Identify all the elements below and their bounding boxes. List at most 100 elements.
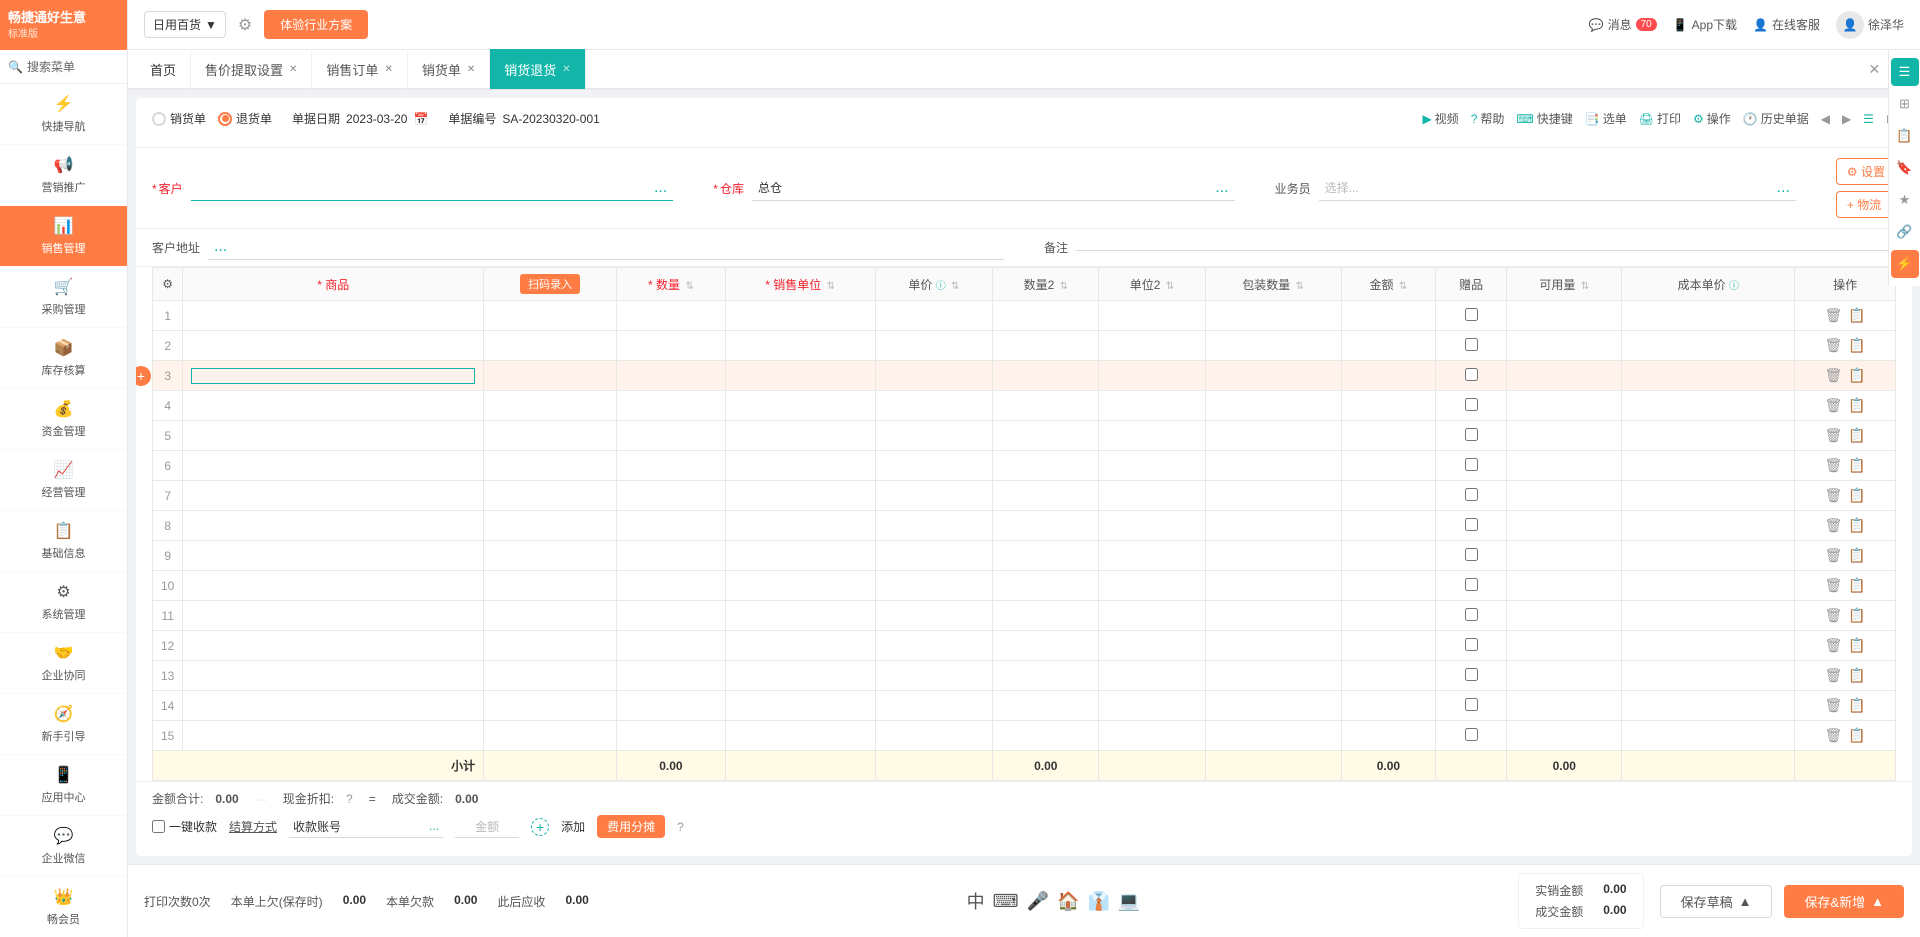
unit2-cell[interactable] <box>1099 691 1205 721</box>
add-row-btn[interactable]: + <box>136 366 151 386</box>
product-cell[interactable] <box>183 361 484 391</box>
remark-input[interactable] <box>1076 244 1896 251</box>
radio-sale[interactable]: 销货单 <box>152 110 206 127</box>
sidebar-item-sales[interactable]: 📊 销售管理 <box>0 206 127 267</box>
copy-row-btn[interactable]: 📋 <box>1848 457 1865 474</box>
gift-cell[interactable] <box>1436 601 1507 631</box>
delete-row-btn[interactable]: 🗑 <box>1825 727 1843 744</box>
salesperson-dots[interactable]: ... <box>1777 179 1790 197</box>
one-click-pay-check[interactable]: 一键收款 <box>152 818 217 835</box>
unit-price-cell[interactable] <box>875 481 993 511</box>
unit2-cell[interactable] <box>1099 361 1205 391</box>
delete-row-btn[interactable]: 🗑 <box>1825 457 1843 474</box>
sales-unit-cell[interactable] <box>725 571 875 601</box>
experience-btn[interactable]: 体验行业方案 <box>264 10 368 39</box>
sidebar-item-enterprise[interactable]: 🤝 企业协同 <box>0 633 127 694</box>
topbar-settings-icon[interactable]: ⚙ <box>238 15 252 35</box>
qty2-cell[interactable] <box>993 361 1099 391</box>
amount-cell[interactable] <box>1341 721 1436 751</box>
sales-unit-cell[interactable] <box>725 511 875 541</box>
pack-qty-cell[interactable] <box>1205 451 1341 481</box>
unit2-cell[interactable] <box>1099 331 1205 361</box>
product-cell[interactable] <box>183 391 484 421</box>
sales-unit-cell[interactable] <box>725 661 875 691</box>
tab-close-all-btn[interactable]: ✕ <box>1865 57 1885 82</box>
operate-btn[interactable]: ⚙ 操作 <box>1693 110 1731 127</box>
shortcut-btn[interactable]: ⌨ 快捷键 <box>1516 110 1572 127</box>
pack-qty-cell[interactable] <box>1205 571 1341 601</box>
unit2-cell[interactable] <box>1099 541 1205 571</box>
copy-row-btn[interactable]: 📋 <box>1848 487 1865 504</box>
save-new-btn[interactable]: 保存&新增 ▲ <box>1784 885 1904 918</box>
gift-cell[interactable] <box>1436 301 1507 331</box>
toolbar-icon-5[interactable]: 👔 <box>1087 891 1109 912</box>
amount-cell[interactable] <box>1341 691 1436 721</box>
tab-sales-order[interactable]: 销售订单 ✕ <box>312 49 407 89</box>
product-cell[interactable] <box>183 571 484 601</box>
product-cell[interactable] <box>183 481 484 511</box>
address-dots[interactable]: ... <box>214 238 227 256</box>
gift-checkbox[interactable] <box>1465 308 1478 321</box>
delete-row-btn[interactable]: 🗑 <box>1825 337 1843 354</box>
product-cell[interactable] <box>183 721 484 751</box>
cost-price-info[interactable]: ⓘ <box>1729 281 1739 292</box>
delete-row-btn[interactable]: 🗑 <box>1825 607 1843 624</box>
pack-qty-cell[interactable] <box>1205 301 1341 331</box>
copy-row-btn[interactable]: 📋 <box>1848 307 1865 324</box>
product-input[interactable] <box>191 368 475 384</box>
table-settings-icon[interactable]: ⚙ <box>162 277 173 291</box>
avail-sort[interactable]: ⇅ <box>1581 281 1589 292</box>
amount-cell[interactable] <box>1341 601 1436 631</box>
pack-qty-cell[interactable] <box>1205 541 1341 571</box>
right-panel-card-view[interactable]: ⊞ <box>1891 90 1919 118</box>
sales-unit-cell[interactable] <box>725 421 875 451</box>
qty-cell[interactable] <box>617 361 725 391</box>
warehouse-input[interactable]: 总仓 ... <box>752 176 1235 201</box>
pack-sort[interactable]: ⇅ <box>1296 281 1304 292</box>
qty2-cell[interactable] <box>993 391 1099 421</box>
unit-price-cell[interactable] <box>875 571 993 601</box>
fee-help-icon[interactable]: ? <box>677 820 684 834</box>
product-cell[interactable] <box>183 421 484 451</box>
sales-unit-cell[interactable] <box>725 331 875 361</box>
qty2-sort[interactable]: ⇅ <box>1060 281 1068 292</box>
tab-home[interactable]: 首页 <box>136 49 191 89</box>
delete-row-btn[interactable]: 🗑 <box>1825 697 1843 714</box>
gift-checkbox[interactable] <box>1465 398 1478 411</box>
copy-row-btn[interactable]: 📋 <box>1848 607 1865 624</box>
qty-sort[interactable]: ⇅ <box>685 281 693 292</box>
gift-cell[interactable] <box>1436 541 1507 571</box>
qty2-cell[interactable] <box>993 571 1099 601</box>
tab-sales-order-close[interactable]: ✕ <box>384 64 392 75</box>
gift-cell[interactable] <box>1436 691 1507 721</box>
sidebar-item-apps[interactable]: 📱 应用中心 <box>0 755 127 816</box>
qty-cell[interactable] <box>617 511 725 541</box>
nav-prev-btn[interactable]: ◀ <box>1821 112 1830 126</box>
delete-row-btn[interactable]: 🗑 <box>1825 667 1843 684</box>
tab-sales-return-close[interactable]: ✕ <box>562 64 570 75</box>
unit-price-cell[interactable] <box>875 541 993 571</box>
qty-cell[interactable] <box>617 691 725 721</box>
qty2-cell[interactable] <box>993 661 1099 691</box>
amount-cell[interactable] <box>1341 511 1436 541</box>
right-panel-table-view[interactable]: ☰ <box>1891 58 1919 86</box>
amount-cell[interactable] <box>1341 421 1436 451</box>
settings-side-btn[interactable]: ⚙ 设置 <box>1836 158 1896 185</box>
sales-unit-cell[interactable] <box>725 691 875 721</box>
salesperson-input[interactable]: 选择... ... <box>1319 176 1796 201</box>
sidebar-item-guide[interactable]: 🧭 新手引导 <box>0 694 127 755</box>
copy-row-btn[interactable]: 📋 <box>1848 727 1865 744</box>
sales-unit-cell[interactable] <box>725 451 875 481</box>
th-scan[interactable]: 扫码录入 <box>484 268 617 301</box>
sales-unit-cell[interactable] <box>725 601 875 631</box>
sidebar-search[interactable]: 🔍 搜索菜单 <box>0 50 127 84</box>
qty-cell[interactable] <box>617 391 725 421</box>
toolbar-icon-2[interactable]: ⌨ <box>993 891 1019 912</box>
unit-price-cell[interactable] <box>875 511 993 541</box>
amount-cell[interactable] <box>1341 361 1436 391</box>
pack-qty-cell[interactable] <box>1205 691 1341 721</box>
gift-checkbox[interactable] <box>1465 638 1478 651</box>
help-btn[interactable]: ? 帮助 <box>1471 110 1505 127</box>
sidebar-item-finance[interactable]: 💰 资金管理 <box>0 389 127 450</box>
sidebar-item-shortcut[interactable]: ⚡ 快捷导航 <box>0 84 127 145</box>
